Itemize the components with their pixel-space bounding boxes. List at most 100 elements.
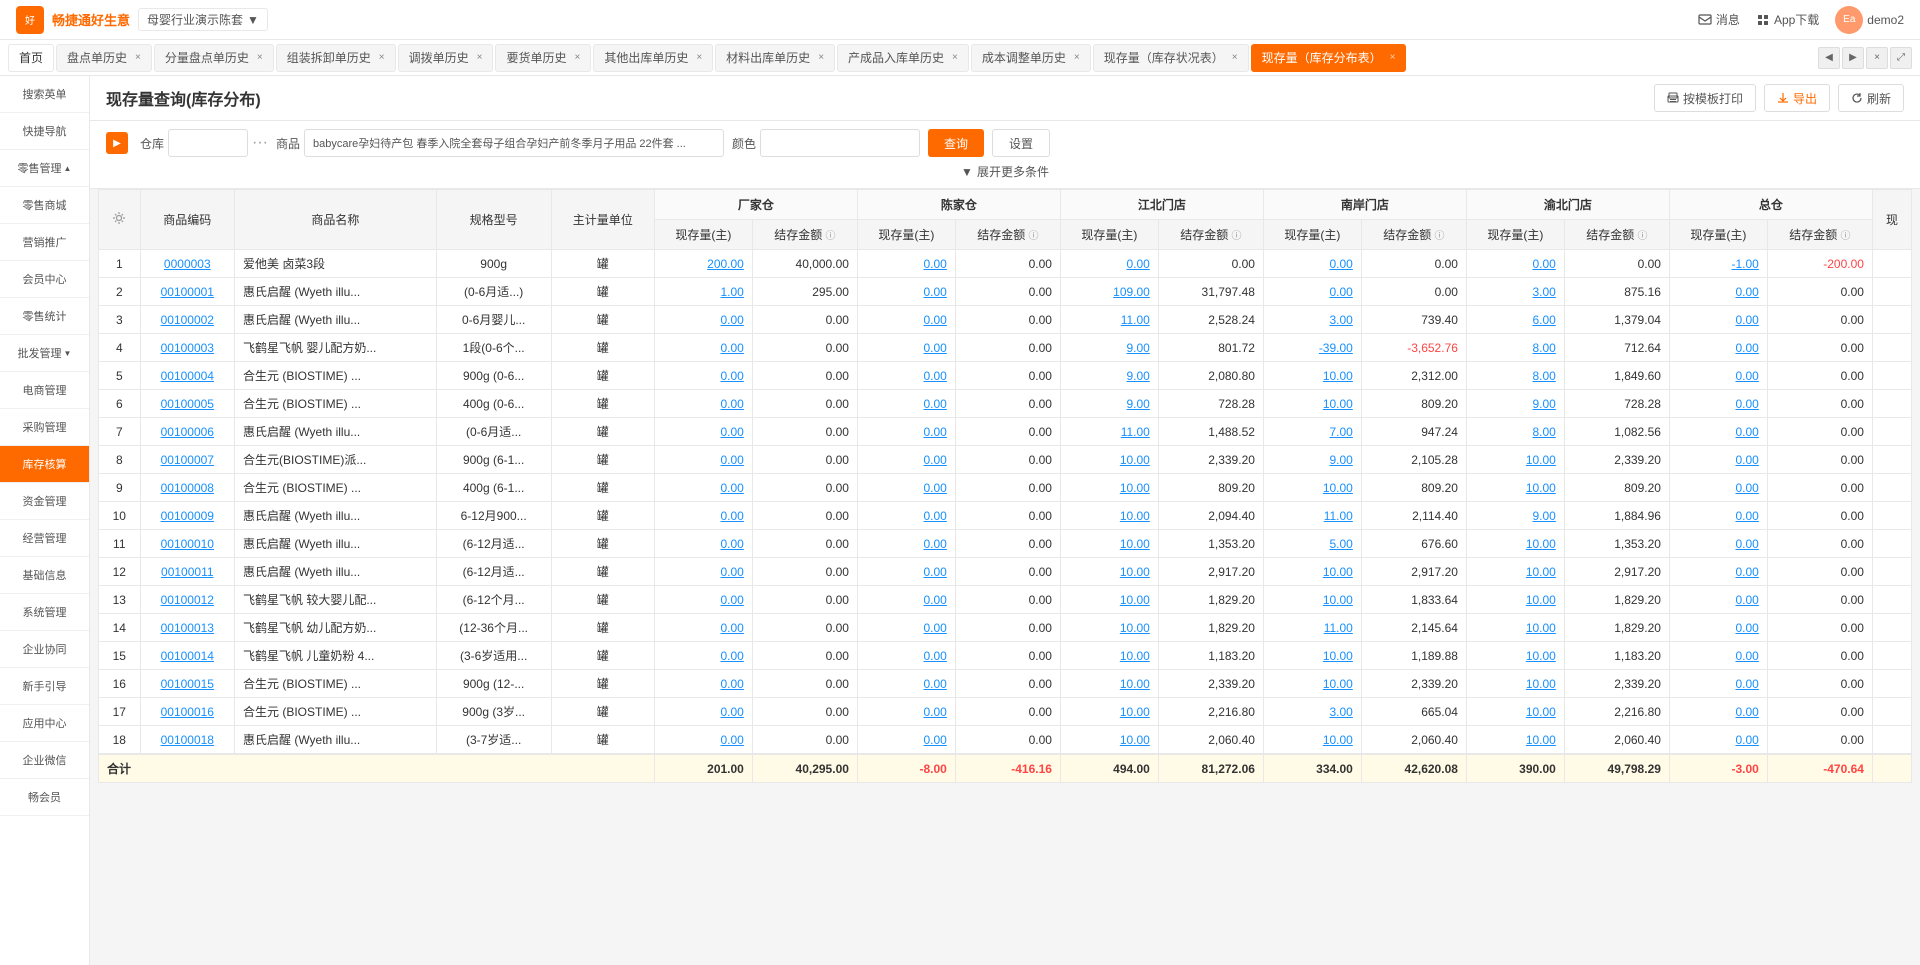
row-chj-qty[interactable]: 0.00 (857, 698, 955, 726)
row-na-qty[interactable]: 0.00 (1263, 250, 1361, 278)
row-jb-qty[interactable]: 109.00 (1060, 278, 1158, 306)
sidebar-item-apps[interactable]: 应用中心 (0, 705, 89, 742)
row-jb-qty[interactable]: 11.00 (1060, 306, 1158, 334)
close-icon[interactable]: × (1232, 52, 1238, 63)
row-na-qty[interactable]: -39.00 (1263, 334, 1361, 362)
row-chj-qty[interactable]: 0.00 (857, 614, 955, 642)
row-tot-qty[interactable]: 0.00 (1669, 586, 1767, 614)
close-icon[interactable]: × (135, 52, 141, 63)
row-chj-qty[interactable]: 0.00 (857, 362, 955, 390)
user-area[interactable]: Ea demo2 (1835, 6, 1904, 34)
tab-home[interactable]: 首页 (8, 44, 54, 72)
row-yb-qty[interactable]: 9.00 (1466, 390, 1564, 418)
row-tot-qty[interactable]: 0.00 (1669, 418, 1767, 446)
info-icon[interactable]: ⓘ (1435, 231, 1445, 242)
sidebar-item-quicknav[interactable]: 快捷导航 (0, 113, 89, 150)
goods-input[interactable] (304, 129, 724, 157)
row-code[interactable]: 00100012 (140, 586, 234, 614)
row-jb-qty[interactable]: 9.00 (1060, 362, 1158, 390)
row-fac-qty[interactable]: 0.00 (654, 390, 752, 418)
sidebar-item-ecommerce[interactable]: 电商管理 (0, 372, 89, 409)
tab-split-history[interactable]: 分量盘点单历史 × (154, 44, 274, 72)
message-btn[interactable]: 消息 (1698, 11, 1740, 28)
row-code[interactable]: 00100004 (140, 362, 234, 390)
row-na-qty[interactable]: 11.00 (1263, 502, 1361, 530)
row-yb-qty[interactable]: 0.00 (1466, 250, 1564, 278)
row-yb-qty[interactable]: 3.00 (1466, 278, 1564, 306)
row-chj-qty[interactable]: 0.00 (857, 726, 955, 755)
row-chj-qty[interactable]: 0.00 (857, 418, 955, 446)
refresh-button[interactable]: 刷新 (1838, 84, 1904, 112)
row-yb-qty[interactable]: 8.00 (1466, 334, 1564, 362)
row-code[interactable]: 00100009 (140, 502, 234, 530)
close-icon[interactable]: × (379, 52, 385, 63)
row-na-qty[interactable]: 10.00 (1263, 474, 1361, 502)
row-yb-qty[interactable]: 10.00 (1466, 558, 1564, 586)
row-na-qty[interactable]: 0.00 (1263, 278, 1361, 306)
tab-material-outbound[interactable]: 材料出库单历史 × (715, 44, 835, 72)
row-na-qty[interactable]: 3.00 (1263, 306, 1361, 334)
close-icon[interactable]: × (477, 52, 483, 63)
row-chj-qty[interactable]: 0.00 (857, 558, 955, 586)
info-icon[interactable]: ⓘ (1841, 231, 1851, 242)
row-tot-qty[interactable]: 0.00 (1669, 726, 1767, 755)
row-yb-qty[interactable]: 6.00 (1466, 306, 1564, 334)
row-code[interactable]: 0000003 (140, 250, 234, 278)
color-input[interactable] (760, 129, 920, 157)
sidebar-item-system[interactable]: 系统管理 (0, 594, 89, 631)
row-jb-qty[interactable]: 10.00 (1060, 502, 1158, 530)
row-tot-qty[interactable]: 0.00 (1669, 446, 1767, 474)
tab-stock-status[interactable]: 现存量（库存状况表） × (1093, 44, 1249, 72)
setting-button[interactable]: 设置 (992, 129, 1050, 157)
nav-prev[interactable]: ◀ (1818, 47, 1840, 69)
row-na-qty[interactable]: 10.00 (1263, 670, 1361, 698)
row-na-qty[interactable]: 10.00 (1263, 642, 1361, 670)
sidebar-item-retail-stats[interactable]: 零售统计 (0, 298, 89, 335)
row-jb-qty[interactable]: 10.00 (1060, 670, 1158, 698)
sidebar-item-mall[interactable]: 零售商城 (0, 187, 89, 224)
row-tot-qty[interactable]: 0.00 (1669, 362, 1767, 390)
row-na-qty[interactable]: 11.00 (1263, 614, 1361, 642)
row-fac-qty[interactable]: 0.00 (654, 642, 752, 670)
close-icon[interactable]: × (1390, 52, 1396, 63)
row-chj-qty[interactable]: 0.00 (857, 530, 955, 558)
row-jb-qty[interactable]: 9.00 (1060, 334, 1158, 362)
sidebar-item-cooperation[interactable]: 企业协同 (0, 631, 89, 668)
warehouse-dots[interactable]: ··· (252, 134, 268, 152)
row-tot-qty[interactable]: 0.00 (1669, 614, 1767, 642)
info-icon[interactable]: ⓘ (826, 231, 836, 242)
row-yb-qty[interactable]: 10.00 (1466, 698, 1564, 726)
row-yb-qty[interactable]: 10.00 (1466, 614, 1564, 642)
close-icon[interactable]: × (818, 52, 824, 63)
row-jb-qty[interactable]: 9.00 (1060, 390, 1158, 418)
row-yb-qty[interactable]: 8.00 (1466, 362, 1564, 390)
row-jb-qty[interactable]: 10.00 (1060, 614, 1158, 642)
sidebar-item-purchase[interactable]: 采购管理 (0, 409, 89, 446)
row-jb-qty[interactable]: 10.00 (1060, 446, 1158, 474)
row-fac-qty[interactable]: 200.00 (654, 250, 752, 278)
row-jb-qty[interactable]: 10.00 (1060, 726, 1158, 755)
tab-inventory-history[interactable]: 盘点单历史 × (56, 44, 152, 72)
row-chj-qty[interactable]: 0.00 (857, 642, 955, 670)
export-button[interactable]: 导出 (1764, 84, 1830, 112)
tab-transfer-history[interactable]: 调拨单历史 × (398, 44, 494, 72)
row-na-qty[interactable]: 7.00 (1263, 418, 1361, 446)
row-na-qty[interactable]: 10.00 (1263, 726, 1361, 755)
sidebar-item-inventory[interactable]: 库存核算 (0, 446, 89, 483)
row-na-qty[interactable]: 10.00 (1263, 390, 1361, 418)
row-na-qty[interactable]: 10.00 (1263, 362, 1361, 390)
row-yb-qty[interactable]: 10.00 (1466, 726, 1564, 755)
print-button[interactable]: 按模板打印 (1654, 84, 1756, 112)
row-code[interactable]: 00100008 (140, 474, 234, 502)
close-icon[interactable]: × (257, 52, 263, 63)
row-jb-qty[interactable]: 10.00 (1060, 558, 1158, 586)
row-fac-qty[interactable]: 0.00 (654, 530, 752, 558)
row-chj-qty[interactable]: 0.00 (857, 306, 955, 334)
company-selector[interactable]: 母婴行业演示陈套 ▼ (138, 8, 268, 31)
row-tot-qty[interactable]: 0.00 (1669, 474, 1767, 502)
row-code[interactable]: 00100005 (140, 390, 234, 418)
row-code[interactable]: 00100007 (140, 446, 234, 474)
row-code[interactable]: 00100013 (140, 614, 234, 642)
row-yb-qty[interactable]: 8.00 (1466, 418, 1564, 446)
nav-expand[interactable]: ⤢ (1890, 47, 1912, 69)
